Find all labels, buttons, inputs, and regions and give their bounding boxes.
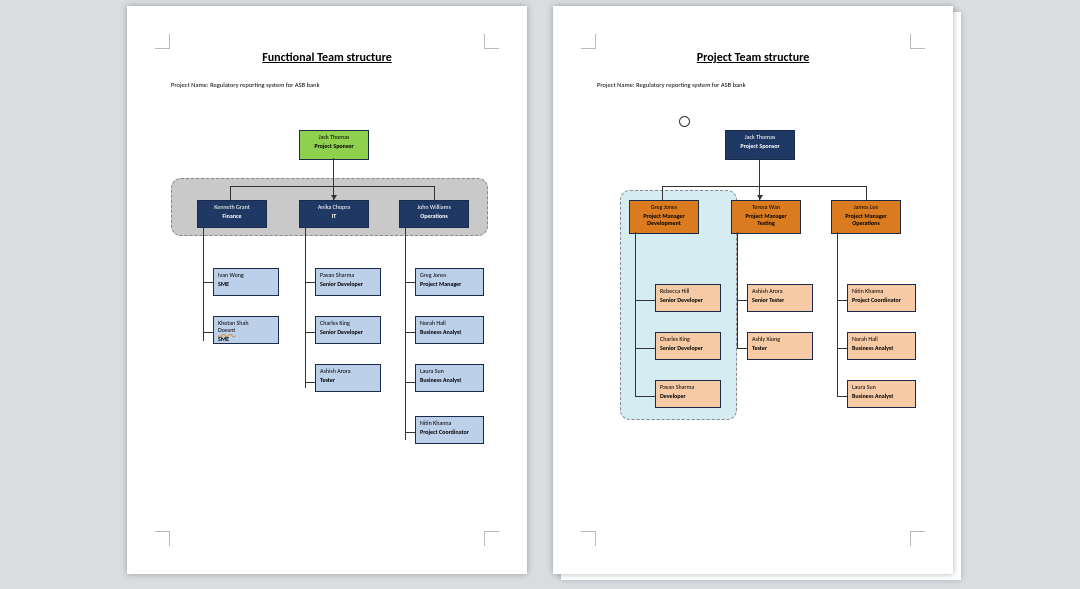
node-report[interactable]: Ivan Wong SME bbox=[213, 268, 279, 296]
node-role: Business Analyst bbox=[848, 391, 915, 403]
node-role: Tester bbox=[316, 375, 380, 387]
node-name: Pavan Sharma bbox=[656, 381, 720, 391]
node-name: Laura Sun bbox=[848, 381, 915, 391]
node-report[interactable]: Ashly Xiong Tester bbox=[747, 332, 813, 360]
node-role: Senior Developer bbox=[656, 295, 720, 307]
node-name: Jack Thomas bbox=[300, 131, 368, 141]
node-report[interactable]: Greg Jones Project Manager bbox=[415, 268, 484, 296]
node-name: Pavan Sharma bbox=[316, 269, 380, 279]
node-role: IT bbox=[300, 211, 368, 223]
node-name: Kenneth Grant bbox=[198, 201, 266, 211]
node-report[interactable]: Laura Sun Business Analyst bbox=[847, 380, 916, 408]
node-pm-test[interactable]: Teresa Wan Project Manager Testing bbox=[731, 200, 801, 234]
node-role: Project Coordinator bbox=[416, 427, 483, 439]
node-sponsor[interactable]: Jack Thomas Project Sponsor bbox=[725, 130, 795, 160]
node-sponsor[interactable]: Jack Thomas Project Sponsor bbox=[299, 130, 369, 160]
node-report[interactable]: Charles King Senior Developer bbox=[315, 316, 381, 344]
node-name: Jack Thomas bbox=[726, 131, 794, 141]
node-name: Charles King bbox=[656, 333, 720, 343]
node-name: Nitin Khanna bbox=[416, 417, 483, 427]
node-role: Senior Developer bbox=[316, 327, 380, 339]
node-pm-ops[interactable]: James Lee Project Manager Operations bbox=[831, 200, 901, 234]
node-name: Laura Sun bbox=[416, 365, 483, 375]
node-role: Senior Tester bbox=[748, 295, 812, 307]
node-role: Project Sponsor bbox=[300, 141, 368, 153]
node-pm-dev[interactable]: Greg Jones Project Manager Development bbox=[629, 200, 699, 234]
node-role: Project Manager Development bbox=[630, 211, 698, 230]
node-role: Project Manager Testing bbox=[732, 211, 800, 230]
node-mgr-finance[interactable]: Kenneth Grant Finance bbox=[197, 200, 267, 228]
node-role: Project Sponsor bbox=[726, 141, 794, 153]
node-name: Norah Hall bbox=[848, 333, 915, 343]
node-mgr-ops[interactable]: John Williams Operations bbox=[399, 200, 469, 228]
node-role: SME bbox=[214, 334, 278, 346]
node-role: Business Analyst bbox=[416, 375, 483, 387]
node-name: Teresa Wan bbox=[732, 201, 800, 211]
node-name: Greg Jones bbox=[416, 269, 483, 279]
node-name: Greg Jones bbox=[630, 201, 698, 211]
node-report[interactable]: Ashish Arora Senior Tester bbox=[747, 284, 813, 312]
node-role: Senior Developer bbox=[656, 343, 720, 355]
node-name: Ashish Arora bbox=[316, 365, 380, 375]
node-report[interactable]: Ashish Arora Tester bbox=[315, 364, 381, 392]
node-name: Khetan ShahDoesnt bbox=[214, 317, 278, 334]
node-report[interactable]: Charles King Senior Developer bbox=[655, 332, 721, 360]
node-role: Project Manager Operations bbox=[832, 211, 900, 230]
node-report[interactable]: Nitin Khanna Project Coordinator bbox=[847, 284, 916, 312]
page-left: Functional Team structure Project Name: … bbox=[127, 6, 527, 574]
node-role: Project Coordinator bbox=[848, 295, 915, 307]
node-name: Ashly Xiong bbox=[748, 333, 812, 343]
node-role: Business Analyst bbox=[848, 343, 915, 355]
circle-marker-icon bbox=[679, 116, 690, 127]
node-role: Project Manager bbox=[416, 279, 483, 291]
node-role: Operations bbox=[400, 211, 468, 223]
node-name: James Lee bbox=[832, 201, 900, 211]
node-role: Business Analyst bbox=[416, 327, 483, 339]
node-report[interactable]: Rebecca Hill Senior Developer bbox=[655, 284, 721, 312]
node-name: Anika Chopra bbox=[300, 201, 368, 211]
node-name: Norah Hall bbox=[416, 317, 483, 327]
node-report[interactable]: Pavan Sharma Senior Developer bbox=[315, 268, 381, 296]
page-right: Project Team structure Project Name: Reg… bbox=[553, 6, 953, 574]
node-role: Senior Developer bbox=[316, 279, 380, 291]
node-report[interactable]: Laura Sun Business Analyst bbox=[415, 364, 484, 392]
node-report[interactable]: Nitin Khanna Project Coordinator bbox=[415, 416, 484, 444]
node-name: Ashish Arora bbox=[748, 285, 812, 295]
node-name: Rebecca Hill bbox=[656, 285, 720, 295]
node-role: SME bbox=[214, 279, 278, 291]
node-report[interactable]: Pavan Sharma Developer bbox=[655, 380, 721, 408]
node-role: Finance bbox=[198, 211, 266, 223]
node-report[interactable]: Khetan ShahDoesnt SME bbox=[213, 316, 279, 344]
node-name: Charles King bbox=[316, 317, 380, 327]
node-name: Ivan Wong bbox=[214, 269, 278, 279]
node-role: Developer bbox=[656, 391, 720, 403]
node-role: Tester bbox=[748, 343, 812, 355]
node-report[interactable]: Norah Hall Business Analyst bbox=[415, 316, 484, 344]
node-report[interactable]: Norah Hall Business Analyst bbox=[847, 332, 916, 360]
node-mgr-it[interactable]: Anika Chopra IT bbox=[299, 200, 369, 228]
node-name: Nitin Khanna bbox=[848, 285, 915, 295]
node-name: John Williams bbox=[400, 201, 468, 211]
